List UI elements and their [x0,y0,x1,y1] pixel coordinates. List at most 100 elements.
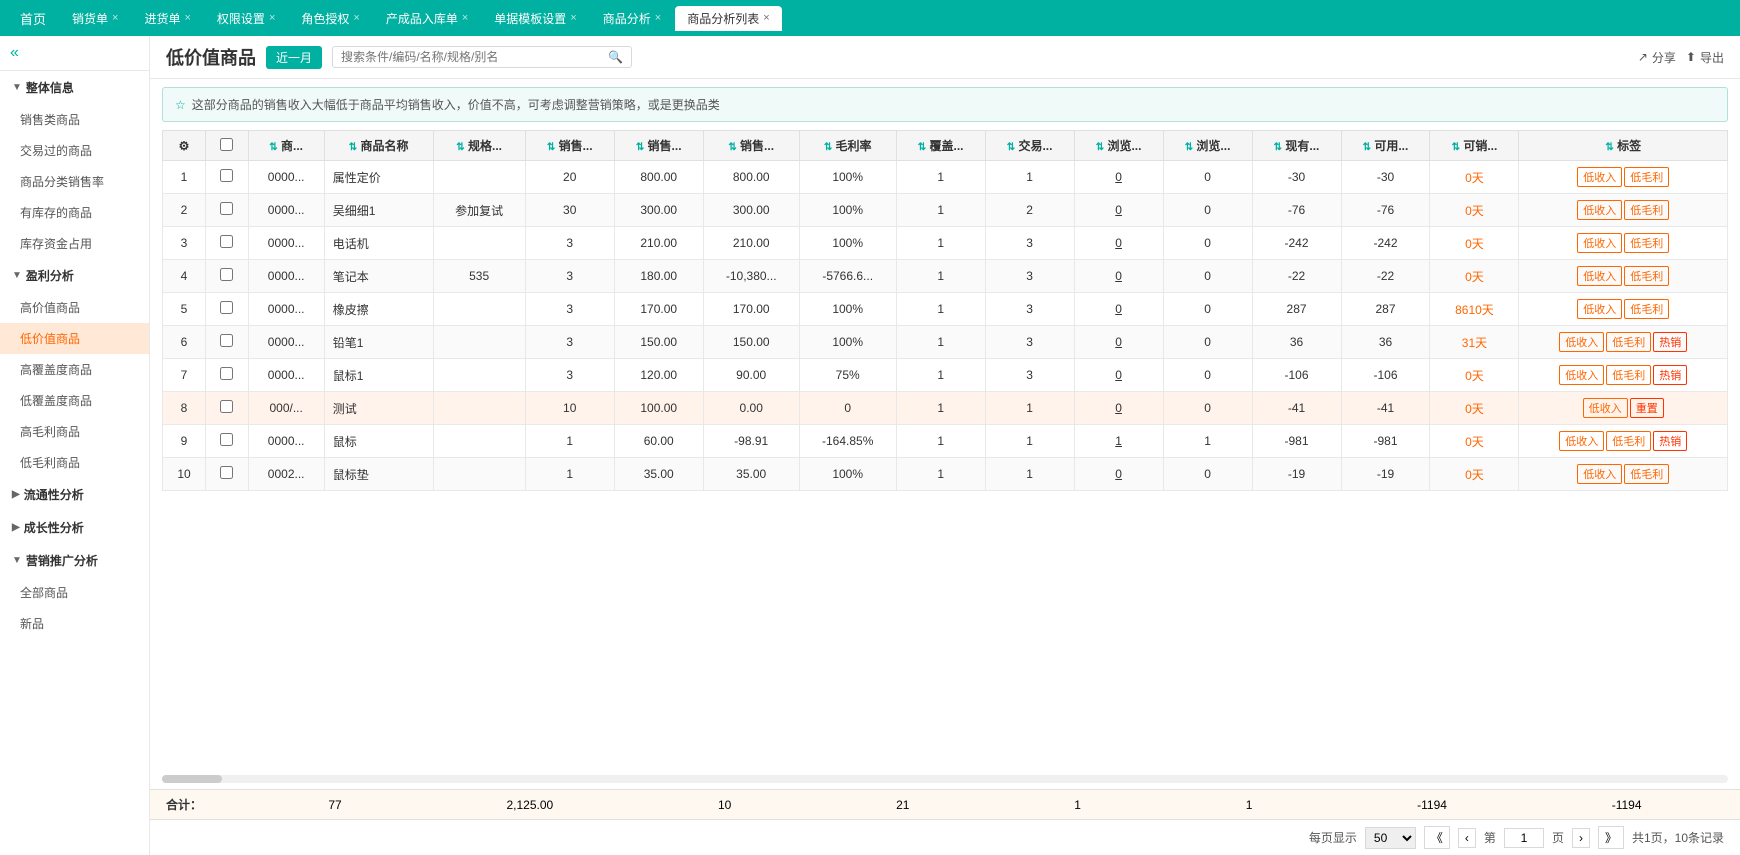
row-views1[interactable]: 0 [1074,458,1163,491]
first-page-button[interactable]: 《 [1424,826,1450,849]
sidebar-item-low-coverage[interactable]: 低覆盖度商品 [0,385,149,416]
page-size-select[interactable]: 50 100 200 [1365,827,1416,849]
sidebar-section-profit[interactable]: ▼ 盈利分析 [0,259,149,292]
prev-page-button[interactable]: ‹ [1458,828,1476,848]
nav-close-icon[interactable]: × [763,12,769,24]
select-all-checkbox[interactable] [220,138,233,151]
filter-button[interactable]: 近一月 [266,46,322,69]
next-page-button[interactable]: › [1572,828,1590,848]
row-views1[interactable]: 0 [1074,161,1163,194]
nav-home[interactable]: 首页 [8,5,58,32]
nav-permissions[interactable]: 权限设置 × [205,6,287,31]
col-coverage[interactable]: ⇅ 覆盖... [896,131,985,161]
row-checkbox[interactable] [206,260,249,293]
col-sales-amount[interactable]: ⇅ 销售... [703,131,799,161]
sidebar-item-high-value[interactable]: 高价值商品 [0,292,149,323]
row-select-checkbox[interactable] [220,202,233,215]
col-current[interactable]: ⇅ 现有... [1252,131,1341,161]
views-link[interactable]: 0 [1115,236,1122,250]
col-available[interactable]: ⇅ 可用... [1341,131,1430,161]
col-checkbox[interactable] [206,131,249,161]
row-checkbox[interactable] [206,326,249,359]
views-link[interactable]: 0 [1115,203,1122,217]
col-settings[interactable]: ⚙ [163,131,206,161]
views-link[interactable]: 1 [1115,434,1122,448]
nav-close-icon[interactable]: × [112,12,118,24]
col-name[interactable]: ⇅ 商品名称 [324,131,433,161]
nav-role-auth[interactable]: 角色授权 × [289,6,371,31]
nav-close-icon[interactable]: × [570,12,576,24]
col-gross-margin[interactable]: ⇅ 毛利率 [799,131,896,161]
sidebar-item-traded-products[interactable]: 交易过的商品 [0,135,149,166]
sidebar-section-overview[interactable]: ▼ 整体信息 [0,71,149,104]
col-views1[interactable]: ⇅ 浏览... [1074,131,1163,161]
sidebar-item-high-coverage[interactable]: 高覆盖度商品 [0,354,149,385]
nav-close-icon[interactable]: × [462,12,468,24]
row-select-checkbox[interactable] [220,268,233,281]
col-transactions[interactable]: ⇅ 交易... [985,131,1074,161]
row-checkbox[interactable] [206,392,249,425]
nav-close-icon[interactable]: × [353,12,359,24]
col-spec[interactable]: ⇅ 规格... [433,131,525,161]
col-views2[interactable]: ⇅ 浏览... [1163,131,1252,161]
sidebar-item-new-products[interactable]: 新品 [0,608,149,639]
row-checkbox[interactable] [206,293,249,326]
share-button[interactable]: ↗ 分享 [1638,49,1676,66]
views-link[interactable]: 0 [1115,302,1122,316]
last-page-button[interactable]: 》 [1598,826,1624,849]
nav-close-icon[interactable]: × [269,12,275,24]
sidebar-item-sales-products[interactable]: 销售类商品 [0,104,149,135]
nav-product-analysis[interactable]: 商品分析 × [591,6,673,31]
row-select-checkbox[interactable] [220,334,233,347]
col-tags[interactable]: ⇅ 标签 [1519,131,1728,161]
row-views1[interactable]: 0 [1074,227,1163,260]
row-checkbox[interactable] [206,227,249,260]
nav-purchase-order[interactable]: 进货单 × [132,6,202,31]
views-link[interactable]: 0 [1115,170,1122,184]
sidebar-section-marketing[interactable]: ▼ 营销推广分析 [0,544,149,577]
page-number-input[interactable] [1504,828,1544,848]
views-link[interactable]: 0 [1115,335,1122,349]
col-sales-price[interactable]: ⇅ 销售... [614,131,703,161]
col-sales-qty[interactable]: ⇅ 销售... [525,131,614,161]
row-views1[interactable]: 0 [1074,359,1163,392]
row-select-checkbox[interactable] [220,301,233,314]
row-select-checkbox[interactable] [220,466,233,479]
sidebar-section-growth[interactable]: ▶ 成长性分析 [0,511,149,544]
row-views1[interactable]: 0 [1074,392,1163,425]
export-button[interactable]: ⬆ 导出 [1686,49,1724,66]
nav-close-icon[interactable]: × [655,12,661,24]
sidebar-item-low-margin[interactable]: 低毛利商品 [0,447,149,478]
nav-template-settings[interactable]: 单据模板设置 × [482,6,588,31]
row-checkbox[interactable] [206,194,249,227]
sidebar-item-category-sales-rate[interactable]: 商品分类销售率 [0,166,149,197]
sidebar-item-inventory-capital[interactable]: 库存资金占用 [0,228,149,259]
row-views1[interactable]: 1 [1074,425,1163,458]
sidebar-item-stock-products[interactable]: 有库存的商品 [0,197,149,228]
col-sellable[interactable]: ⇅ 可销... [1430,131,1519,161]
row-views1[interactable]: 0 [1074,194,1163,227]
row-select-checkbox[interactable] [220,367,233,380]
nav-close-icon[interactable]: × [184,12,190,24]
nav-product-analysis-list[interactable]: 商品分析列表 × [675,6,781,31]
scrollbar-thumb[interactable] [162,775,222,783]
views-link[interactable]: 0 [1115,368,1122,382]
row-select-checkbox[interactable] [220,235,233,248]
row-checkbox[interactable] [206,425,249,458]
row-select-checkbox[interactable] [220,433,233,446]
nav-sales-order[interactable]: 销货单 × [60,6,130,31]
row-checkbox[interactable] [206,359,249,392]
row-views1[interactable]: 0 [1074,293,1163,326]
row-views1[interactable]: 0 [1074,260,1163,293]
row-views1[interactable]: 0 [1074,326,1163,359]
search-icon[interactable]: 🔍 [608,50,623,64]
sidebar-item-high-margin[interactable]: 高毛利商品 [0,416,149,447]
row-checkbox[interactable] [206,161,249,194]
search-input[interactable] [341,50,603,64]
col-code[interactable]: ⇅ 商... [248,131,324,161]
row-checkbox[interactable] [206,458,249,491]
sidebar-item-low-value[interactable]: 低价值商品 [0,323,149,354]
horizontal-scrollbar[interactable] [162,775,1728,783]
views-link[interactable]: 0 [1115,401,1122,415]
sidebar-item-all-products[interactable]: 全部商品 [0,577,149,608]
